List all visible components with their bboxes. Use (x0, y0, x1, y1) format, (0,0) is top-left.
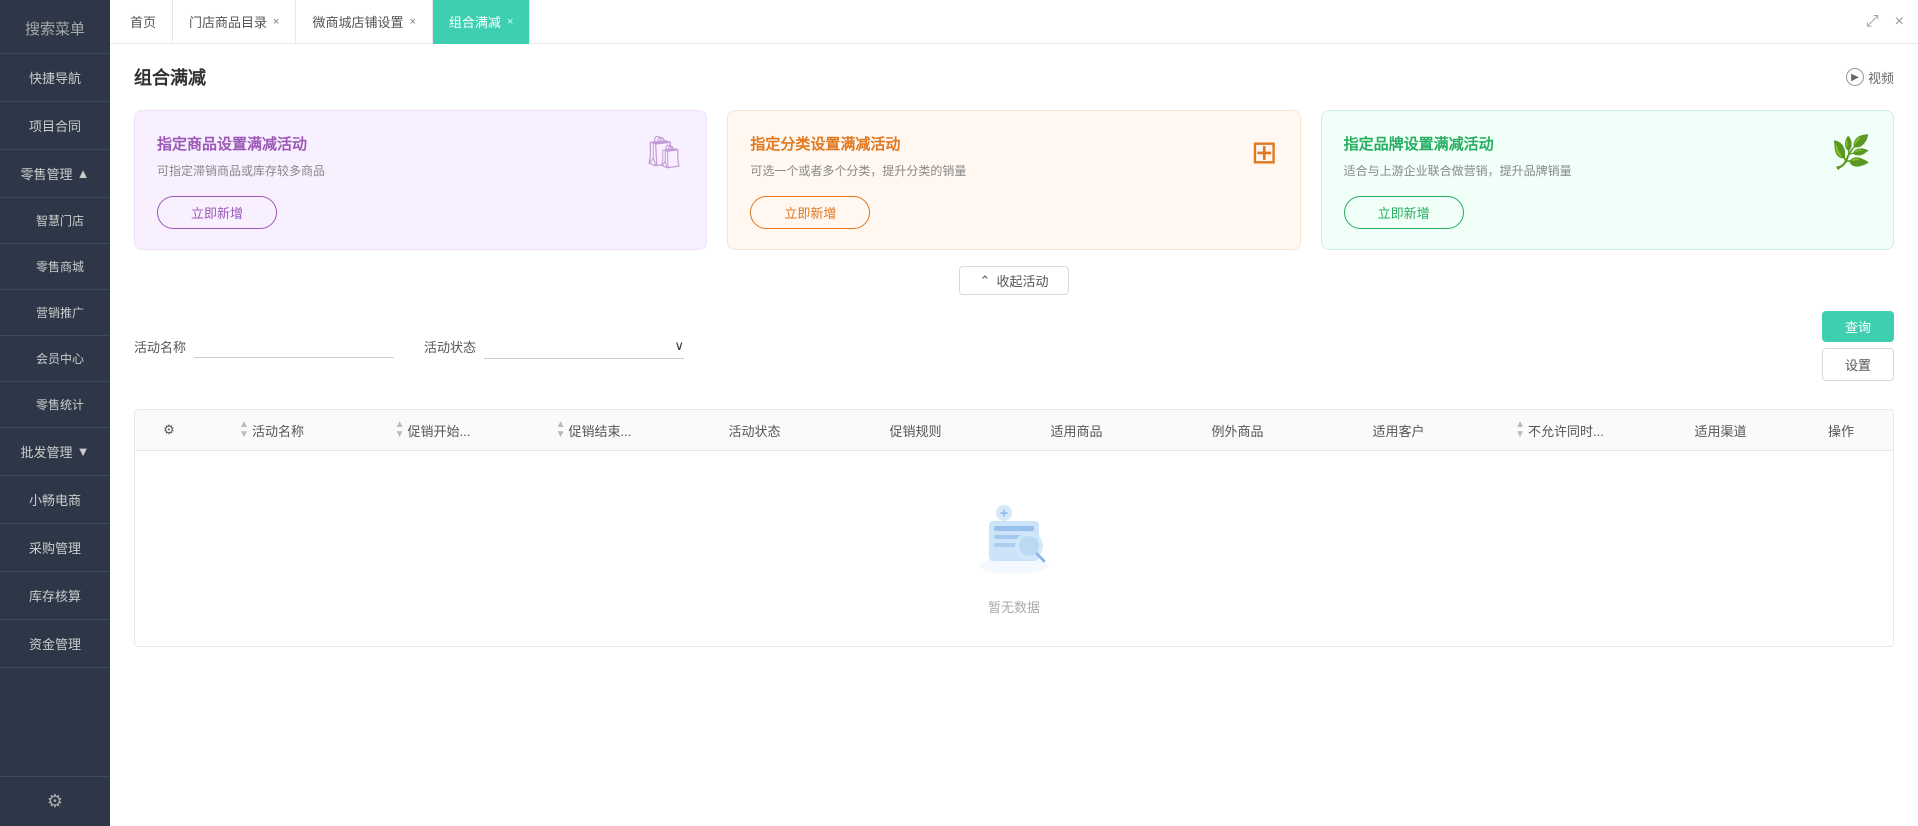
sort-no-concurrent-icon: ▲▼ (1515, 420, 1525, 440)
tab-wechat-store[interactable]: 微商城店铺设置 × (296, 0, 432, 44)
sort-activity-name-icon: ▲▼ (239, 420, 249, 440)
close-combo-discount-icon[interactable]: × (507, 16, 513, 28)
filter-activity-status: 活动状态 ∨ (424, 334, 684, 359)
collapse-button[interactable]: ⌃ 收起活动 (959, 266, 1070, 295)
main-area: 首页 门店商品目录 × 微商城店铺设置 × 组合满减 × ⤢ × 组合满减 ▶ … (110, 0, 1918, 826)
category-card-desc: 可选一个或者多个分类，提升分类的销量 (750, 162, 1277, 180)
brand-card-title: 指定品牌设置满减活动 (1344, 133, 1871, 154)
empty-text: 暂无数据 (988, 597, 1040, 616)
sidebar-item-wholesale[interactable]: 批发管理 ▼ (0, 428, 110, 476)
collapse-label: 收起活动 (996, 271, 1048, 290)
sidebar-item-retail-mall[interactable]: 零售商城 (0, 244, 110, 290)
brand-add-button[interactable]: 立即新增 (1344, 196, 1464, 229)
th-applicable-channel: 适用渠道 (1640, 421, 1801, 440)
th-applicable-goods: 适用商品 (996, 421, 1157, 440)
tab-store-catalog[interactable]: 门店商品目录 × (173, 0, 296, 44)
product-activity-card: 🛍 指定商品设置满减活动 可指定滞销商品或库存较多商品 立即新增 (134, 110, 707, 250)
th-operation: 操作 (1801, 421, 1881, 440)
sort-promo-end-icon: ▲▼ (556, 420, 566, 440)
collapse-bar: ⌃ 收起活动 (134, 266, 1894, 295)
th-promo-start[interactable]: ▲▼ 促销开始... (352, 420, 513, 440)
activity-name-input[interactable] (194, 334, 394, 358)
brand-card-desc: 适合与上游企业联合做营销，提升品牌销量 (1344, 162, 1871, 180)
empty-illustration (964, 491, 1064, 581)
data-table: ⚙ ▲▼ 活动名称 ▲▼ 促销开始... ▲▼ 促销结束... 活动状态 (134, 409, 1894, 647)
th-applicable-customer: 适用客户 (1318, 421, 1479, 440)
close-wechat-store-icon[interactable]: × (409, 16, 415, 28)
close-store-catalog-icon[interactable]: × (273, 16, 279, 28)
video-link[interactable]: ▶ 视频 (1846, 68, 1894, 87)
sidebar-item-marketing[interactable]: 营销推广 (0, 290, 110, 336)
activity-name-label: 活动名称 (134, 337, 186, 356)
sidebar-item-capital[interactable]: 资金管理 (0, 620, 110, 668)
page-title: 组合满减 (134, 64, 206, 90)
product-card-desc: 可指定滞销商品或库存较多商品 (157, 162, 684, 180)
close-window-button[interactable]: × (1891, 9, 1908, 35)
th-exception-goods: 例外商品 (1157, 421, 1318, 440)
sidebar-item-xiaochang[interactable]: 小畅电商 (0, 476, 110, 524)
filter-activity-name: 活动名称 (134, 334, 394, 358)
arrow-icon: ▲ (77, 166, 90, 181)
sidebar-item-purchase[interactable]: 采购管理 (0, 524, 110, 572)
sidebar: 搜索菜单 快捷导航 项目合同 零售管理 ▲ 智慧门店 零售商城 营销推广 会员中… (0, 0, 110, 826)
activity-cards: 🛍 指定商品设置满减活动 可指定滞销商品或库存较多商品 立即新增 ⊞ 指定分类设… (134, 110, 1894, 250)
filter-actions: 查询 设置 (1822, 311, 1894, 381)
category-activity-card: ⊞ 指定分类设置满减活动 可选一个或者多个分类，提升分类的销量 立即新增 (727, 110, 1300, 250)
empty-state: 暂无数据 (135, 451, 1893, 646)
sidebar-item-inventory[interactable]: 库存核算 (0, 572, 110, 620)
search-menu-item[interactable]: 搜索菜单 (0, 0, 110, 54)
tab-controls: ⤢ × (1862, 9, 1908, 35)
query-button[interactable]: 查询 (1822, 311, 1894, 342)
th-no-concurrent[interactable]: ▲▼ 不允许同时... (1479, 420, 1640, 440)
search-menu-label: 搜索菜单 (25, 21, 85, 38)
maximize-button[interactable]: ⤢ (1862, 9, 1883, 35)
video-label: 视频 (1868, 68, 1894, 87)
tab-home[interactable]: 首页 (120, 0, 173, 44)
filter-bar: 活动名称 活动状态 ∨ 查询 设置 (134, 311, 1894, 395)
product-add-button[interactable]: 立即新增 (157, 196, 277, 229)
category-card-icon: ⊞ (1251, 133, 1278, 171)
tab-combo-discount[interactable]: 组合满减 × (433, 0, 530, 44)
tab-bar: 首页 门店商品目录 × 微商城店铺设置 × 组合满减 × ⤢ × (110, 0, 1918, 44)
play-icon: ▶ (1846, 68, 1864, 86)
product-card-title: 指定商品设置满减活动 (157, 133, 684, 154)
tab-store-catalog-label: 门店商品目录 (189, 12, 267, 31)
page-header: 组合满减 ▶ 视频 (134, 64, 1894, 90)
chevron-down-icon: ∨ (675, 338, 685, 354)
brand-activity-card: 🌿 指定品牌设置满减活动 适合与上游企业联合做营销，提升品牌销量 立即新增 (1321, 110, 1894, 250)
th-promo-end[interactable]: ▲▼ 促销结束... (513, 420, 674, 440)
sidebar-item-retail-stats[interactable]: 零售统计 (0, 382, 110, 428)
arrow-down-icon: ▼ (77, 444, 90, 459)
setting-button[interactable]: 设置 (1822, 348, 1894, 381)
sidebar-item-retail-management[interactable]: 零售管理 ▲ (0, 150, 110, 198)
product-card-icon: 🛍 (644, 133, 685, 171)
th-activity-status: 活动状态 (674, 421, 835, 440)
settings-icon: ⚙ (163, 422, 175, 438)
tab-combo-discount-label: 组合满减 (449, 12, 501, 31)
sidebar-item-project-contract[interactable]: 项目合同 (0, 102, 110, 150)
table-header: ⚙ ▲▼ 活动名称 ▲▼ 促销开始... ▲▼ 促销结束... 活动状态 (135, 410, 1893, 451)
category-card-title: 指定分类设置满减活动 (750, 133, 1277, 154)
th-settings[interactable]: ⚙ (147, 422, 191, 438)
th-promo-rule: 促销规则 (835, 421, 996, 440)
tab-wechat-store-label: 微商城店铺设置 (312, 12, 403, 31)
sidebar-item-member-center[interactable]: 会员中心 (0, 336, 110, 382)
activity-status-label: 活动状态 (424, 337, 476, 356)
gear-icon: ⚙ (47, 791, 63, 811)
sort-promo-start-icon: ▲▼ (395, 420, 405, 440)
sidebar-item-quick-nav[interactable]: 快捷导航 (0, 54, 110, 102)
sidebar-settings-footer[interactable]: ⚙ (0, 776, 110, 826)
category-add-button[interactable]: 立即新增 (750, 196, 870, 229)
collapse-arrow-icon: ⌃ (980, 273, 991, 289)
brand-card-icon: 🌿 (1831, 133, 1871, 171)
activity-status-select[interactable]: ∨ (484, 334, 684, 359)
content-area: 组合满减 ▶ 视频 🛍 指定商品设置满减活动 可指定滞销商品或库存较多商品 立即… (110, 44, 1918, 826)
th-activity-name[interactable]: ▲▼ 活动名称 (191, 420, 352, 440)
tab-home-label: 首页 (130, 12, 156, 31)
sidebar-item-smart-store[interactable]: 智慧门店 (0, 198, 110, 244)
